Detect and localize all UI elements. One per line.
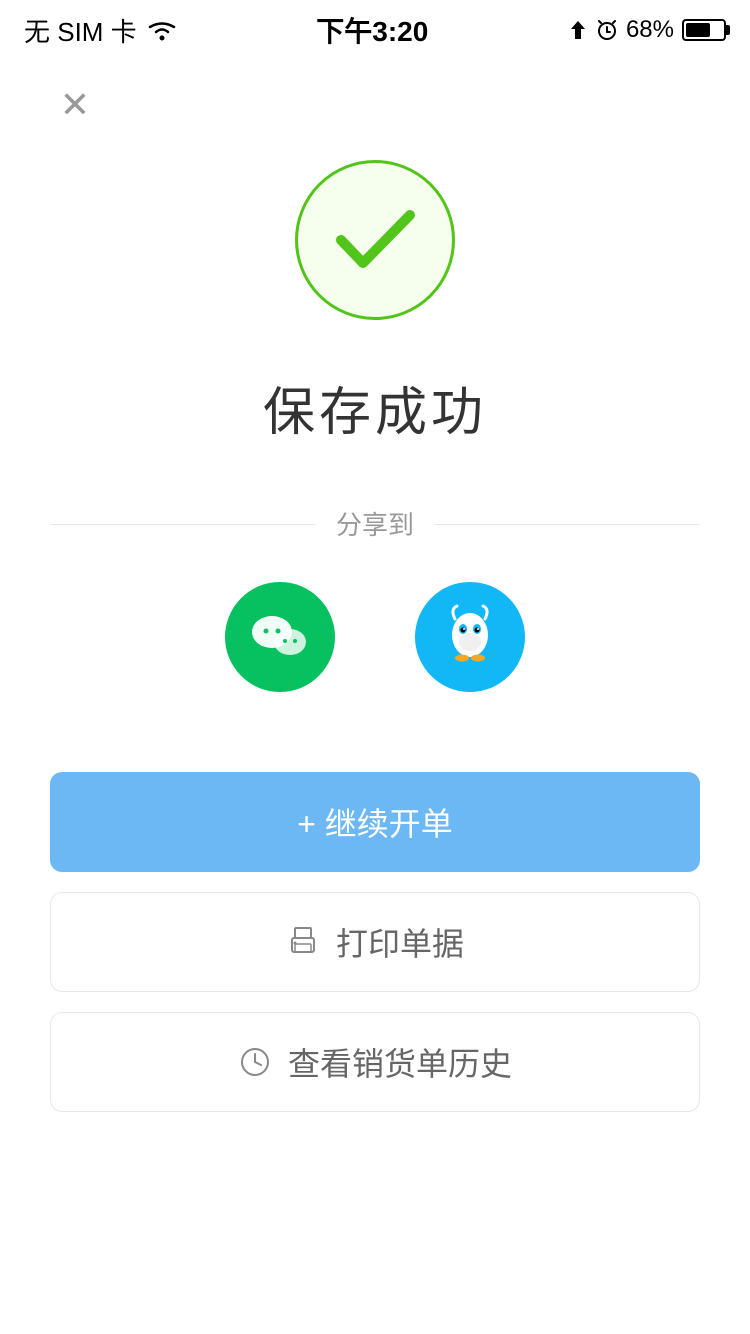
continue-order-button[interactable]: + 继续开单 bbox=[50, 772, 700, 872]
share-label: 分享到 bbox=[316, 505, 434, 542]
wechat-logo bbox=[245, 602, 315, 672]
main-content: 保存成功 分享到 bbox=[0, 60, 750, 1112]
share-icons bbox=[225, 582, 525, 692]
status-bar: 无 SIM 卡 下午3:20 68% bbox=[0, 0, 750, 60]
action-buttons: + 继续开单 打印单据 查看销货单历史 bbox=[50, 772, 700, 1112]
carrier-info: 无 SIM 卡 bbox=[24, 12, 177, 49]
qq-logo bbox=[435, 601, 505, 673]
history-label: 查看销货单历史 bbox=[288, 1039, 512, 1085]
share-section: 分享到 bbox=[50, 505, 700, 692]
close-icon: ✕ bbox=[60, 87, 90, 123]
success-title: 保存成功 bbox=[263, 370, 487, 445]
print-label: 打印单据 bbox=[336, 919, 464, 965]
status-right: 68% bbox=[568, 16, 726, 44]
history-icon bbox=[238, 1045, 272, 1079]
share-divider: 分享到 bbox=[50, 505, 700, 542]
print-icon bbox=[286, 925, 320, 959]
success-circle bbox=[295, 160, 455, 320]
location-icon bbox=[568, 20, 588, 40]
alarm-icon bbox=[596, 19, 618, 41]
battery-percent: 68% bbox=[626, 16, 674, 44]
checkmark-icon bbox=[333, 205, 418, 275]
battery-indicator bbox=[682, 19, 726, 41]
wifi-icon bbox=[147, 19, 177, 41]
wechat-share-button[interactable] bbox=[225, 582, 335, 692]
print-button[interactable]: 打印单据 bbox=[50, 892, 700, 992]
status-time: 下午3:20 bbox=[316, 10, 428, 50]
history-button[interactable]: 查看销货单历史 bbox=[50, 1012, 700, 1112]
close-button[interactable]: ✕ bbox=[50, 80, 100, 130]
qq-share-button[interactable] bbox=[415, 582, 525, 692]
carrier-text: 无 SIM 卡 bbox=[24, 12, 137, 49]
